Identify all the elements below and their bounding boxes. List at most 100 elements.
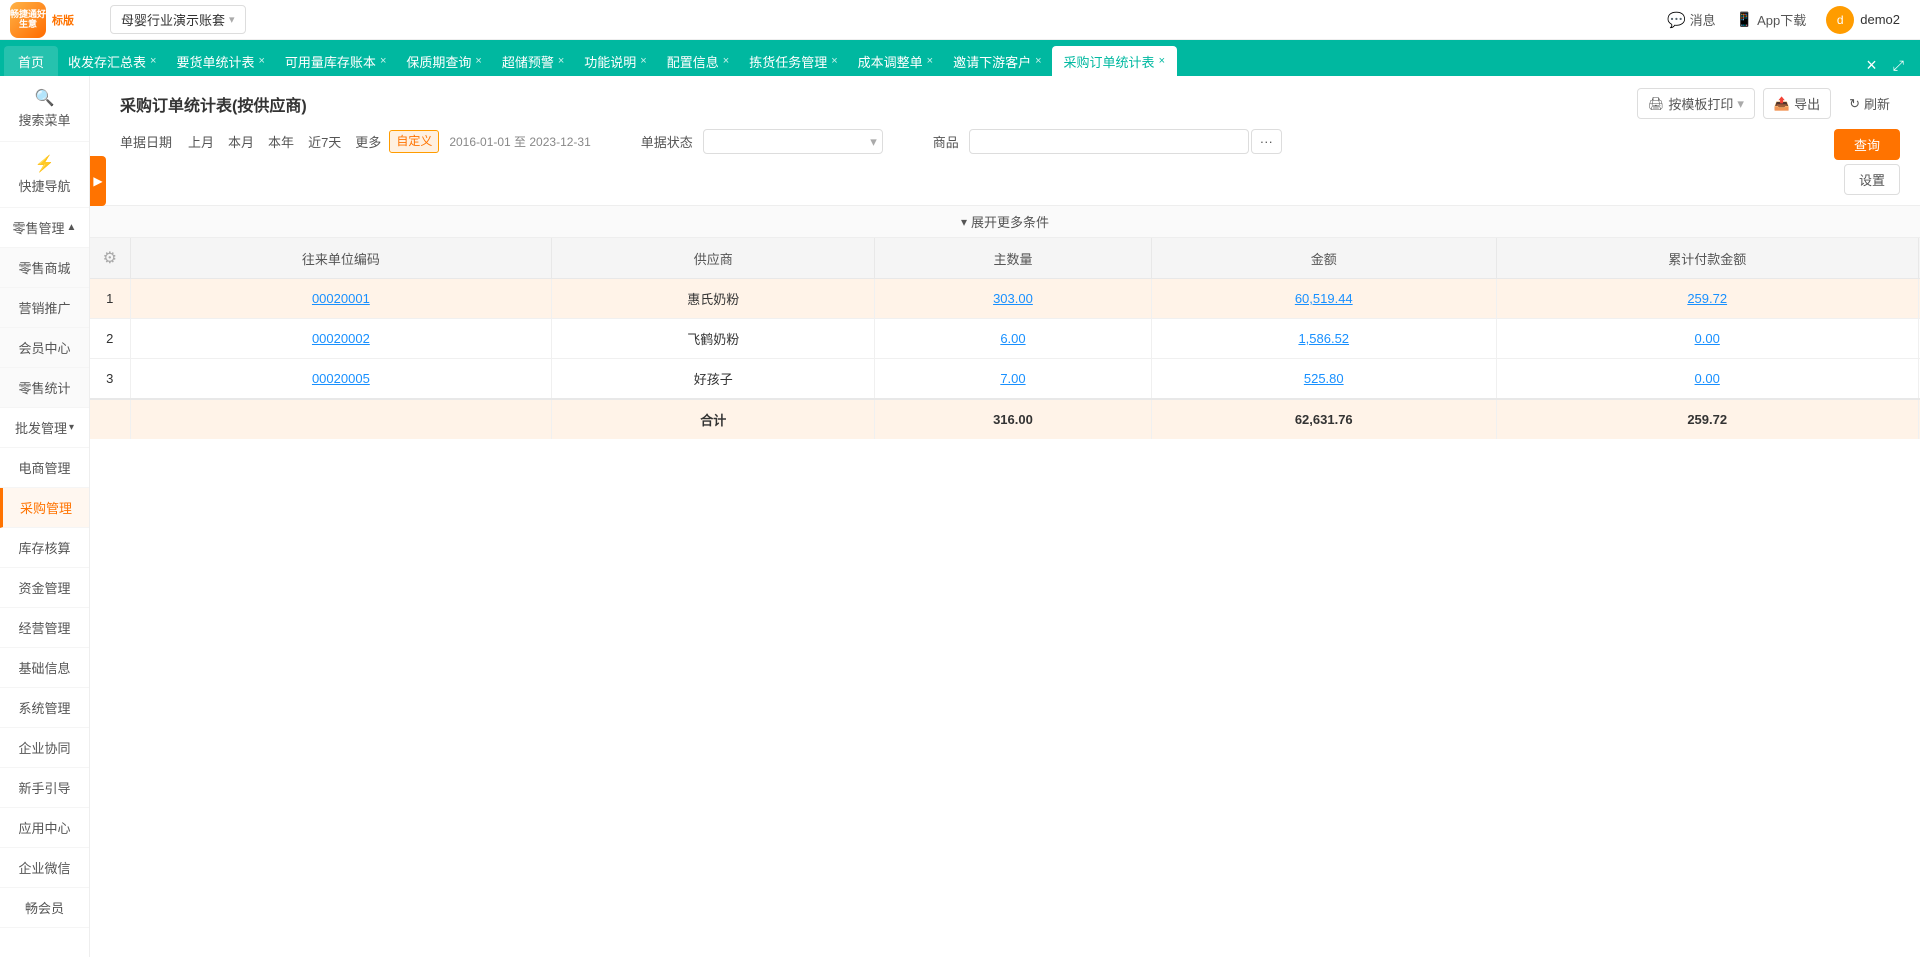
print-arrow: ▾ (1737, 96, 1744, 112)
custom-date-badge[interactable]: 自定义 (389, 130, 439, 153)
sidebar-collapse-btn[interactable]: ▶ (90, 156, 106, 206)
expand-down-icon: ▾ (961, 215, 967, 229)
tab-yaoqing[interactable]: 邀请下游客户 × (943, 46, 1051, 76)
sidebar-item-inventory[interactable]: 库存核算 (0, 528, 89, 568)
tab-yaohuo[interactable]: 要货单统计表 × (166, 46, 274, 76)
goods-search-wrapper: ··· (969, 129, 1282, 154)
close-tab-baozhi[interactable]: × (475, 55, 481, 67)
close-tab-keyong[interactable]: × (380, 55, 386, 67)
close-tab-gongneng[interactable]: × (640, 55, 646, 67)
filter-row-1: 单据日期 上月 本月 本年 近7天 更多 自定义 2016-01-01 至 20… (120, 129, 1822, 154)
sidebar-item-ecommerce[interactable]: 电商管理 (0, 448, 89, 488)
restore-window-btn[interactable]: ⤢ (1887, 57, 1910, 74)
sidebar-item-marketing[interactable]: 营销推广 (0, 288, 89, 328)
row-3-code[interactable]: 00020005 (130, 359, 552, 400)
date-range-text: 2016-01-01 至 2023-12-31 (449, 133, 590, 150)
top-right-actions: 💬 消息 📱 App下载 d demo2 (1667, 6, 1910, 34)
close-tab-shoufahu[interactable]: × (150, 55, 156, 67)
close-tab-yaoqing[interactable]: × (1035, 55, 1041, 67)
status-select-wrapper[interactable]: ▾ (703, 129, 883, 154)
tab-shoufahu[interactable]: 收发存汇总表 × (58, 46, 166, 76)
footer-empty2 (130, 399, 552, 439)
sidebar-item-purchase[interactable]: 采购管理 (0, 488, 89, 528)
sidebar-item-corpwechat[interactable]: 企业微信 (0, 848, 89, 888)
date-btn-last-month[interactable]: 上月 (182, 130, 220, 153)
nav-tab-actions: × ⤢ (1860, 55, 1916, 76)
sidebar-item-wholesale[interactable]: 批发管理 ▾ (0, 408, 89, 448)
row-1-code[interactable]: 00020001 (130, 279, 552, 319)
row-1-paid[interactable]: 259.72 (1496, 279, 1918, 319)
workspace-selector[interactable]: 母婴行业演示账套 ▾ (110, 5, 246, 34)
row-3-qty[interactable]: 7.00 (875, 359, 1151, 400)
logo-area: 畅捷通好生意 标版 (10, 2, 100, 38)
setting-btn[interactable]: 设置 (1844, 164, 1900, 195)
col-paid: 累计付款金额 (1496, 238, 1918, 279)
close-tab-peihuorenwu[interactable]: × (831, 55, 837, 67)
footer-empty (90, 399, 130, 439)
refresh-btn[interactable]: ↻ 刷新 (1839, 89, 1900, 118)
tab-chaochu[interactable]: 超储预警 × (492, 46, 574, 76)
nav-tabs-bar: 首页 收发存汇总表 × 要货单统计表 × 可用量库存账本 × 保质期查询 × 超… (0, 40, 1920, 76)
sidebar-item-retail-shop[interactable]: 零售商城 (0, 248, 89, 288)
tab-peizhi[interactable]: 配置信息 × (657, 46, 739, 76)
sidebar-item-retail[interactable]: 零售管理 ▲ (0, 208, 89, 248)
status-select[interactable] (703, 129, 883, 154)
row-2-amount[interactable]: 1,586.52 (1151, 319, 1496, 359)
message-btn[interactable]: 💬 消息 (1667, 10, 1716, 29)
row-2-code[interactable]: 00020002 (130, 319, 552, 359)
app-download-btn[interactable]: 📱 App下载 (1736, 10, 1807, 29)
row-2-qty[interactable]: 6.00 (875, 319, 1151, 359)
refresh-icon: ↻ (1849, 96, 1860, 112)
tab-gongneng[interactable]: 功能说明 × (574, 46, 656, 76)
row-3-amount[interactable]: 525.80 (1151, 359, 1496, 400)
date-btn-more[interactable]: 更多 (349, 130, 387, 153)
close-window-btn[interactable]: × (1860, 55, 1883, 76)
sidebar-item-newguide[interactable]: 新手引导 (0, 768, 89, 808)
logo-text: 标版 (52, 12, 74, 28)
row-1-amount[interactable]: 60,519.44 (1151, 279, 1496, 319)
close-tab-chaochu[interactable]: × (558, 55, 564, 67)
date-btn-7days[interactable]: 近7天 (302, 130, 347, 153)
date-btn-this-year[interactable]: 本年 (262, 130, 300, 153)
query-actions: 查询 设置 (1834, 129, 1900, 195)
tab-caigou-active[interactable]: 采购订单统计表 × (1052, 46, 1177, 76)
query-btn[interactable]: 查询 (1834, 129, 1900, 160)
sidebar-item-quicknav[interactable]: ⚡ 快捷导航 (0, 142, 89, 208)
template-print-btn[interactable]: 🖨 按模板打印 ▾ (1637, 88, 1755, 119)
tab-peihuorenwu[interactable]: 拣货任务管理 × (739, 46, 847, 76)
table-row: 3 00020005 好孩子 7.00 525.80 0.00 (90, 359, 1920, 400)
expand-more-row: ▾ 展开更多条件 (90, 206, 1920, 238)
close-tab-yaohuo[interactable]: × (258, 55, 264, 67)
sidebar-item-appcenter[interactable]: 应用中心 (0, 808, 89, 848)
close-tab-caigou[interactable]: × (1159, 55, 1165, 67)
sidebar-item-search[interactable]: 🔍 搜索菜单 (0, 76, 89, 142)
row-1-qty[interactable]: 303.00 (875, 279, 1151, 319)
tab-keyong[interactable]: 可用量库存账本 × (275, 46, 396, 76)
user-avatar-area[interactable]: d demo2 (1826, 6, 1900, 34)
date-btn-this-month[interactable]: 本月 (222, 130, 260, 153)
tab-baozhi[interactable]: 保质期查询 × (396, 46, 491, 76)
sidebar-item-system[interactable]: 系统管理 (0, 688, 89, 728)
sidebar-item-retail-stat[interactable]: 零售统计 (0, 368, 89, 408)
row-3-paid[interactable]: 0.00 (1496, 359, 1918, 400)
username: demo2 (1860, 12, 1900, 27)
page-title: 采购订单统计表(按供应商) (120, 92, 307, 116)
filter-main: 单据日期 上月 本月 本年 近7天 更多 自定义 2016-01-01 至 20… (120, 129, 1822, 154)
sidebar-item-enterprise[interactable]: 企业协同 (0, 728, 89, 768)
goods-more-btn[interactable]: ··· (1251, 129, 1282, 154)
footer-qty: 316.00 (875, 399, 1151, 439)
export-btn[interactable]: 📤 导出 (1763, 88, 1831, 119)
sidebar-item-basic[interactable]: 基础信息 (0, 648, 89, 688)
tab-home[interactable]: 首页 (4, 46, 58, 76)
goods-search-input[interactable] (969, 129, 1249, 154)
sidebar-item-finance[interactable]: 资金管理 (0, 568, 89, 608)
sidebar-item-vip[interactable]: 畅会员 (0, 888, 89, 928)
sidebar-item-member[interactable]: 会员中心 (0, 328, 89, 368)
expand-more-btn[interactable]: ▾ 展开更多条件 (961, 212, 1049, 231)
col-settings[interactable]: ⚙ (90, 238, 130, 279)
sidebar-item-operations[interactable]: 经营管理 (0, 608, 89, 648)
tab-chengben[interactable]: 成本调整单 × (848, 46, 943, 76)
close-tab-peizhi[interactable]: × (723, 55, 729, 67)
close-tab-chengben[interactable]: × (927, 55, 933, 67)
row-2-paid[interactable]: 0.00 (1496, 319, 1918, 359)
